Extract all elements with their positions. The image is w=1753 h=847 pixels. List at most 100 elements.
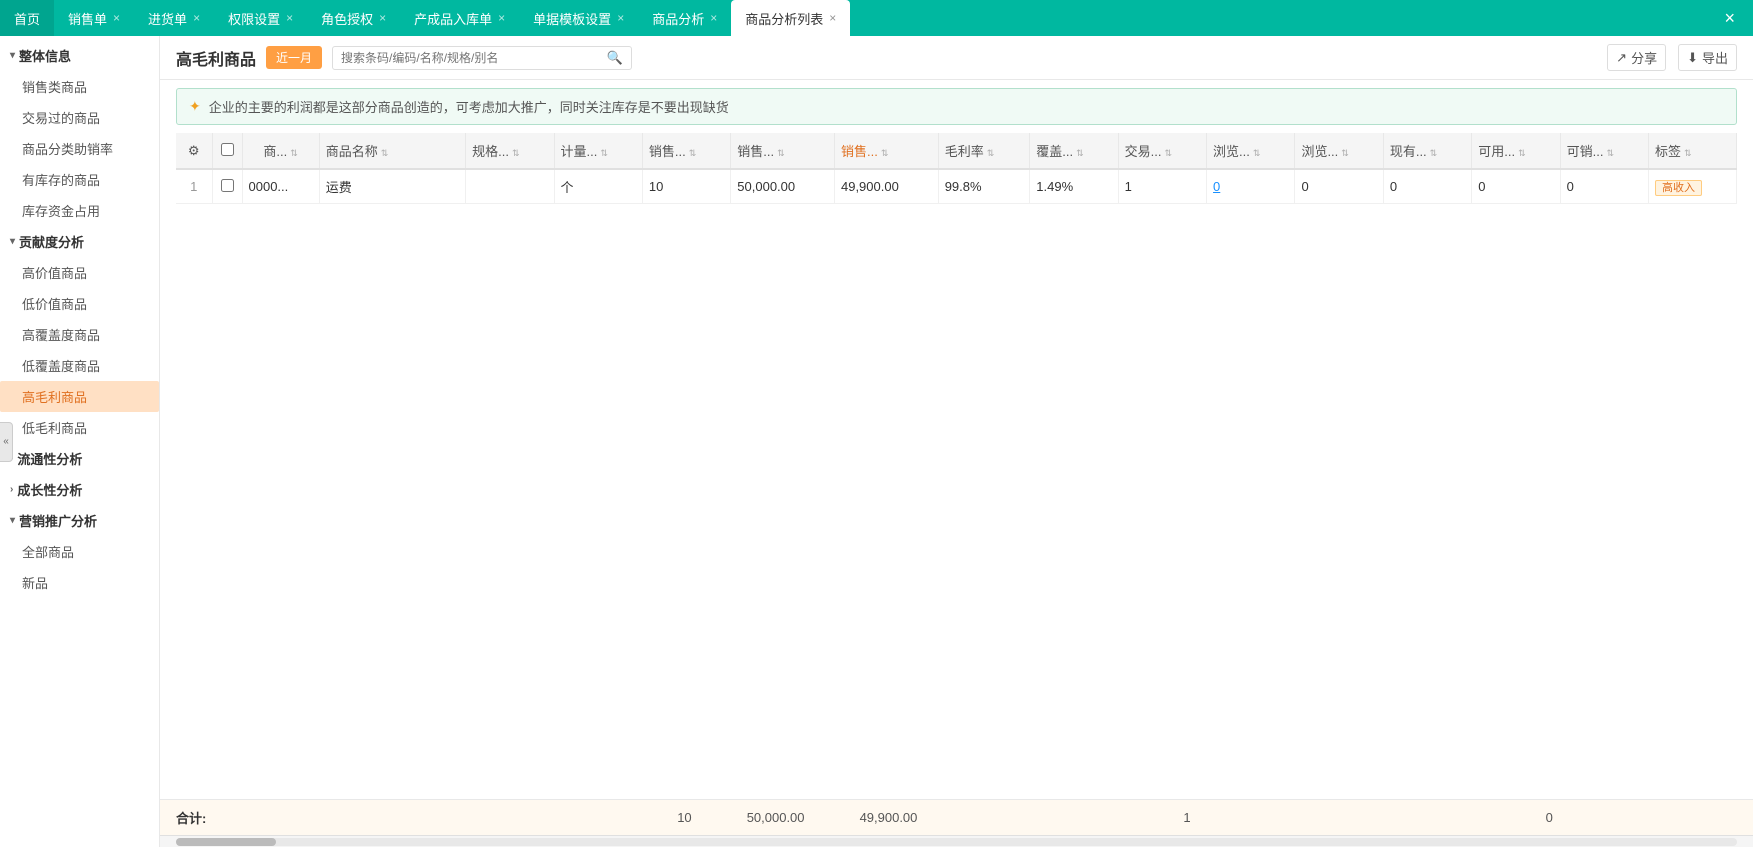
nav-product-inbound[interactable]: 产成品入库单 × xyxy=(400,0,519,36)
footer-total-bar: 合计: 10 50,000.00 49,900.00 1 0 xyxy=(160,799,1753,835)
row-sales-profit: 49,900.00 xyxy=(834,169,938,204)
row-select-checkbox[interactable] xyxy=(221,179,234,192)
sidebar-group-liquidity[interactable]: › 流通性分析 xyxy=(0,443,159,474)
search-box: 🔍 xyxy=(332,46,632,70)
sidebar-group-marketing[interactable]: ▾ 营销推广分析 xyxy=(0,505,159,536)
group-arrow-growth: › xyxy=(10,484,13,495)
nav-right: × xyxy=(1716,8,1753,29)
sidebar-item-sales-products[interactable]: 销售类商品 xyxy=(0,71,159,102)
share-button[interactable]: ↗ 分享 xyxy=(1607,44,1666,71)
sort-tag-icon: ⇅ xyxy=(1684,148,1692,158)
sidebar-item-new-products[interactable]: 新品 xyxy=(0,567,159,598)
nav-close-template[interactable]: × xyxy=(617,11,624,25)
nav-sales-order[interactable]: 销售单 × xyxy=(54,0,134,36)
sidebar-item-low-margin[interactable]: 低毛利商品 xyxy=(0,412,159,443)
nav-purchase-order[interactable]: 进货单 × xyxy=(134,0,214,36)
table-row: 1 0000... 运费 个 10 50,000.00 49,900.00 99… xyxy=(176,169,1737,204)
col-sales-profit[interactable]: 销售...⇅ xyxy=(834,133,938,169)
col-unit[interactable]: 计量...⇅ xyxy=(554,133,642,169)
nav-template-settings[interactable]: 单据模板设置 × xyxy=(519,0,638,36)
nav-close-inbound[interactable]: × xyxy=(498,11,505,25)
row-sales-amount: 50,000.00 xyxy=(731,169,835,204)
search-icon[interactable]: 🔍 xyxy=(607,50,623,66)
row-unit: 个 xyxy=(554,169,642,204)
page-title: 高毛利商品 xyxy=(176,46,256,70)
window-close-icon[interactable]: × xyxy=(1716,8,1743,28)
sidebar-item-all-products[interactable]: 全部商品 xyxy=(0,536,159,567)
row-transaction: 1 xyxy=(1118,169,1206,204)
content-area: 高毛利商品 近一月 🔍 ↗ 分享 ⬇ 导出 xyxy=(160,36,1753,847)
sort-unit-icon: ⇅ xyxy=(600,148,608,158)
col-available[interactable]: 可用...⇅ xyxy=(1472,133,1560,169)
sidebar-item-low-value[interactable]: 低价值商品 xyxy=(0,288,159,319)
footer-sales-qty: 10 xyxy=(603,810,698,825)
sidebar-group-overall[interactable]: ▾ 整体信息 xyxy=(0,40,159,71)
col-settings[interactable]: ⚙ xyxy=(176,133,212,169)
col-current[interactable]: 现有...⇅ xyxy=(1383,133,1471,169)
sort-spec-icon: ⇅ xyxy=(512,148,520,158)
sidebar-item-high-margin[interactable]: 高毛利商品 xyxy=(0,381,159,412)
col-code[interactable]: 商...⇅ xyxy=(242,133,319,169)
sort-coverage-icon: ⇅ xyxy=(1076,148,1084,158)
sidebar-item-low-coverage[interactable]: 低覆盖度商品 xyxy=(0,350,159,381)
sidebar-group-growth[interactable]: › 成长性分析 xyxy=(0,474,159,505)
horizontal-scrollbar[interactable] xyxy=(160,835,1753,847)
row-available: 0 xyxy=(1472,169,1560,204)
nav-close-analysis[interactable]: × xyxy=(710,11,717,25)
col-transaction[interactable]: 交易...⇅ xyxy=(1118,133,1206,169)
sort-transaction-icon: ⇅ xyxy=(1165,148,1173,158)
row-browse2: 0 xyxy=(1295,169,1383,204)
sidebar-item-traded-products[interactable]: 交易过的商品 xyxy=(0,102,159,133)
filter-recent-month-button[interactable]: 近一月 xyxy=(266,46,322,69)
export-button[interactable]: ⬇ 导出 xyxy=(1678,44,1737,71)
search-input[interactable] xyxy=(341,51,607,65)
top-navigation: 首页 销售单 × 进货单 × 权限设置 × 角色授权 × 产成品入库单 × 单据… xyxy=(0,0,1753,36)
row-code: 0000... xyxy=(242,169,319,204)
row-saleable: 0 xyxy=(1560,169,1648,204)
col-gross-margin[interactable]: 毛利率⇅ xyxy=(938,133,1030,169)
nav-close-role[interactable]: × xyxy=(379,11,386,25)
sort-code-icon: ⇅ xyxy=(290,148,298,158)
col-browse1[interactable]: 浏览...⇅ xyxy=(1207,133,1295,169)
nav-close-sales[interactable]: × xyxy=(113,11,120,25)
nav-close-purchase[interactable]: × xyxy=(193,11,200,25)
scrollbar-thumb[interactable] xyxy=(176,838,276,846)
col-tag[interactable]: 标签⇅ xyxy=(1649,133,1737,169)
nav-product-analysis-list[interactable]: 商品分析列表 × xyxy=(731,0,850,36)
col-coverage[interactable]: 覆盖...⇅ xyxy=(1030,133,1118,169)
sort-current-icon: ⇅ xyxy=(1430,148,1438,158)
row-browse1[interactable]: 0 xyxy=(1207,169,1295,204)
info-icon: ✦ xyxy=(189,98,201,115)
sort-sales-amount-icon: ⇅ xyxy=(777,148,785,158)
col-browse2[interactable]: 浏览...⇅ xyxy=(1295,133,1383,169)
select-all-checkbox[interactable] xyxy=(221,143,234,156)
sidebar-item-category-rate[interactable]: 商品分类助销率 xyxy=(0,133,159,164)
sort-browse1-icon: ⇅ xyxy=(1253,148,1261,158)
nav-close-analysis-list[interactable]: × xyxy=(829,11,836,25)
sidebar-collapse-button[interactable]: « xyxy=(0,422,13,462)
row-checkbox[interactable] xyxy=(212,169,242,204)
col-spec[interactable]: 规格...⇅ xyxy=(466,133,554,169)
row-name: 运费 xyxy=(319,169,465,204)
col-sales-amount[interactable]: 销售...⇅ xyxy=(731,133,835,169)
sort-sales-qty-icon: ⇅ xyxy=(689,148,697,158)
nav-close-permission[interactable]: × xyxy=(286,11,293,25)
sidebar-item-high-coverage[interactable]: 高覆盖度商品 xyxy=(0,319,159,350)
group-arrow-overall: ▾ xyxy=(10,50,15,61)
header-actions: ↗ 分享 ⬇ 导出 xyxy=(1607,44,1737,71)
row-coverage: 1.49% xyxy=(1030,169,1118,204)
sidebar-item-stock-capital[interactable]: 库存资金占用 xyxy=(0,195,159,226)
row-current: 0 xyxy=(1383,169,1471,204)
row-tag: 高收入 xyxy=(1649,169,1737,204)
sidebar-item-in-stock[interactable]: 有库存的商品 xyxy=(0,164,159,195)
sidebar-group-contribution[interactable]: ▾ 贡献度分析 xyxy=(0,226,159,257)
nav-role-auth[interactable]: 角色授权 × xyxy=(307,0,400,36)
col-checkbox[interactable] xyxy=(212,133,242,169)
col-saleable[interactable]: 可销...⇅ xyxy=(1560,133,1648,169)
sidebar-item-high-value[interactable]: 高价值商品 xyxy=(0,257,159,288)
nav-product-analysis[interactable]: 商品分析 × xyxy=(638,0,731,36)
col-name[interactable]: 商品名称⇅ xyxy=(319,133,465,169)
nav-home[interactable]: 首页 xyxy=(0,0,54,36)
col-sales-qty[interactable]: 销售...⇅ xyxy=(642,133,730,169)
nav-permission-settings[interactable]: 权限设置 × xyxy=(214,0,307,36)
